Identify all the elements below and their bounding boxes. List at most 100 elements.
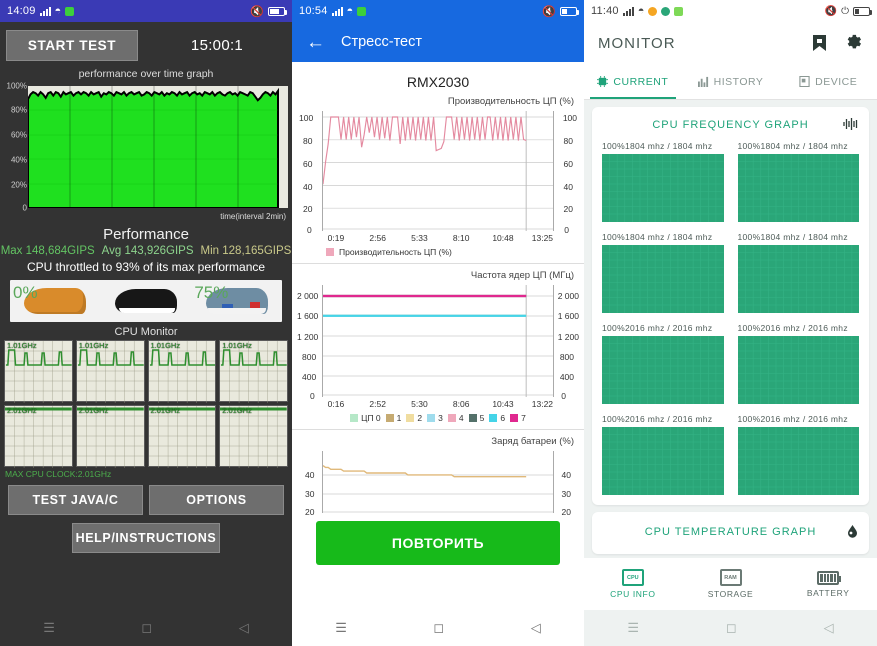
tab-label: CURRENT — [613, 75, 669, 88]
statusbar-panel3: 11:40 ◓ 🔇 ⏻ — [584, 0, 877, 22]
recents-nav-icon[interactable]: ☰ — [627, 620, 639, 636]
repeat-button[interactable]: ПОВТОРИТЬ — [316, 521, 560, 565]
freq-chart-legend: ЦП 0 1 2 3 4 5 6 7 — [296, 411, 580, 423]
y-tick-right: 400 — [559, 371, 574, 382]
x-tick: 10:43 — [492, 399, 514, 409]
app-title: MONITOR — [598, 34, 676, 52]
frequency-label: 100%1804 mhz / 1804 mhz — [737, 141, 848, 151]
frequency-graph-box — [602, 245, 724, 313]
recents-nav-icon[interactable]: ☰ — [43, 620, 55, 636]
tab-label: DEVICE — [815, 75, 858, 88]
y-tick: 20 — [303, 204, 313, 215]
y-tick: 0 — [22, 203, 27, 213]
legend-label: 5 — [479, 413, 485, 423]
statusbar-panel2: 10:54 ◓ 🔇 — [292, 0, 584, 22]
back-nav-icon[interactable]: ◁ — [531, 620, 541, 636]
legend-item: 1 — [385, 413, 401, 423]
y-tick: 400 — [302, 371, 317, 382]
home-nav-icon[interactable]: ◻ — [141, 620, 152, 636]
cpu-frequency-graph-card: CPU FREQUENCY GRAPH 100%1804 mhz / 1804 … — [592, 107, 869, 505]
y-tick: 80 — [303, 136, 313, 146]
back-arrow-icon[interactable]: ← — [306, 33, 325, 52]
home-nav-icon[interactable]: ◻ — [726, 620, 737, 636]
legend-swatch — [326, 248, 334, 256]
cpu-chart-plot: 100 80 60 40 20 0 100 80 60 40 20 0 — [299, 111, 577, 235]
help-instructions-button[interactable]: HELP/INSTRUCTIONS — [72, 523, 220, 553]
cpu-core-cell: 2.01GHz — [4, 405, 73, 468]
legend-item: 3 — [427, 413, 443, 423]
monitor-tabs: CURRENT HISTORY DEVICE — [584, 64, 877, 100]
bookmark-icon[interactable] — [812, 34, 827, 52]
frequency-graph-box — [737, 245, 859, 313]
nav-label: STORAGE — [707, 589, 754, 599]
y-tick-right: 30 — [561, 489, 571, 500]
core-freq-label: 1.01GHz — [7, 341, 37, 350]
temp-card-title: CPU TEMPERATURE GRAPH — [644, 526, 817, 538]
tab-current[interactable]: CURRENT — [584, 64, 682, 99]
nav-cpu-info[interactable]: CPU CPU INFO — [584, 558, 682, 610]
back-nav-icon[interactable]: ◁ — [824, 620, 834, 636]
status-time: 14:09 — [7, 5, 36, 17]
start-test-button[interactable]: START TEST — [6, 30, 138, 61]
legend-item: 2 — [406, 413, 422, 423]
device-model: RMX2030 — [406, 74, 470, 90]
y-tick: 20% — [10, 180, 27, 190]
frequency-item: 100%2016 mhz / 2016 mhz — [737, 323, 859, 404]
y-tick: 2 000 — [297, 291, 319, 302]
ad-percent-left: 0% — [13, 283, 38, 302]
frequency-graph-box — [602, 336, 724, 404]
nav-storage[interactable]: RAM STORAGE — [682, 558, 780, 610]
performance-heading: Performance — [103, 226, 189, 243]
legend-item: 6 — [489, 413, 505, 423]
y-tick: 1 600 — [297, 311, 319, 322]
stat-max: Max 148,684GIPS — [0, 245, 95, 257]
stat-avg: Avg 143,926GIPS — [101, 245, 194, 257]
frequency-label: 100%1804 mhz / 1804 mhz — [602, 141, 713, 151]
recents-nav-icon[interactable]: ☰ — [335, 620, 347, 636]
cpu-performance-chart: 100 80 60 40 20 0 100 80 60 40 20 0 0:19… — [296, 111, 580, 257]
options-button[interactable]: OPTIONS — [149, 485, 284, 515]
core-freq-label: 2.01GHz — [7, 406, 37, 415]
freq-chart-xaxis: 0:16 2:52 5:30 8:06 10:43 13:22 — [322, 397, 554, 411]
battery-icon — [268, 6, 287, 16]
cpu-core-grid: 1.01GHz 1.01GHz 1.01GHz 1.01GHz 2.01GHz … — [4, 340, 288, 468]
y-tick-right: 40 — [563, 181, 573, 192]
frequency-item: 100%1804 mhz / 1804 mhz — [737, 232, 859, 313]
y-tick: 100 — [299, 113, 314, 124]
mute-icon: 🔇 — [824, 5, 838, 17]
back-nav-icon[interactable]: ◁ — [239, 620, 249, 636]
legend-label: 6 — [500, 413, 506, 423]
ad-banner[interactable]: 0% 75% — [10, 280, 282, 322]
tab-device[interactable]: DEVICE — [779, 64, 877, 99]
max-cpu-clock-label: MAX CPU CLOCK:2.01GHz — [5, 469, 112, 479]
y-tick-right: 800 — [559, 351, 574, 362]
legend-item: 4 — [447, 413, 464, 423]
core-freq-label: 1.01GHz — [222, 341, 252, 350]
home-nav-icon[interactable]: ◻ — [433, 620, 444, 636]
gear-icon[interactable] — [845, 34, 863, 52]
wifi-icon: ◓ — [54, 4, 62, 17]
y-tick: 60 — [303, 158, 313, 169]
frequency-label: 100%2016 mhz / 2016 mhz — [602, 414, 713, 424]
y-tick-right: 2 000 — [557, 291, 579, 302]
y-tick: 60% — [10, 130, 27, 140]
battery-chart-caption: Заряд батареи (%) — [491, 436, 574, 447]
y-tick: 20 — [305, 507, 315, 518]
frequency-item: 100%2016 mhz / 2016 mhz — [602, 323, 724, 404]
appbar-panel2: ← Стресс-тест — [292, 22, 584, 62]
frequency-label: 100%2016 mhz / 2016 mhz — [737, 414, 848, 424]
legend-label: 2 — [417, 413, 423, 423]
chip-icon — [597, 76, 609, 87]
nav-battery[interactable]: BATTERY — [779, 558, 877, 610]
y-tick: 80% — [10, 105, 27, 115]
frequency-item: 100%2016 mhz / 2016 mhz — [602, 414, 724, 495]
status-time: 11:40 — [591, 5, 619, 17]
cpu-frequency-chart: 2 000 1 600 1 200 800 400 0 2 000 1 600 … — [296, 285, 580, 423]
section-divider — [292, 263, 584, 264]
tab-label: HISTORY — [713, 75, 764, 88]
test-java-c-button[interactable]: TEST JAVA/C — [8, 485, 143, 515]
battery-line-svg — [323, 465, 553, 513]
battery-chart: 40 30 20 40 30 20 — [296, 451, 580, 517]
tab-history[interactable]: HISTORY — [682, 64, 780, 99]
core-freq-label: 2.01GHz — [78, 406, 109, 415]
